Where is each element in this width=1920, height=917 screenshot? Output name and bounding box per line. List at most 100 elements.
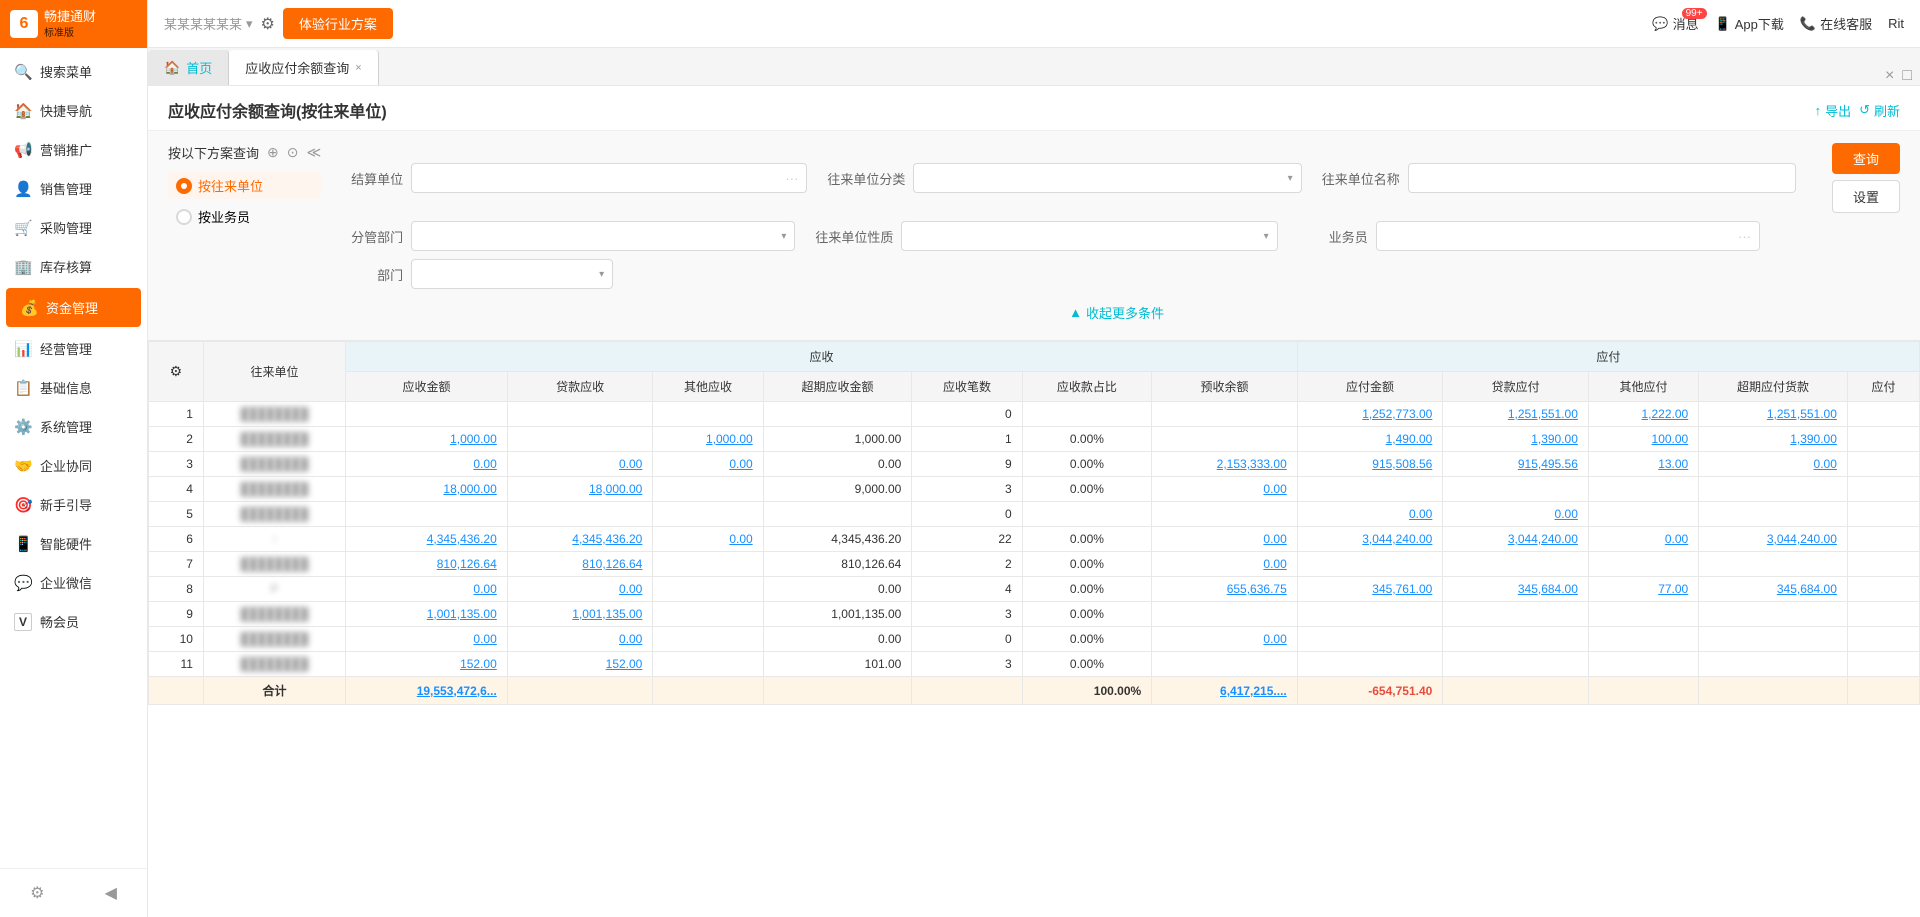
col-ar-prepay: 预收余额: [1152, 372, 1298, 402]
unit-cell: ████████: [203, 652, 345, 677]
total-label: 合计: [203, 677, 345, 705]
total-ar-amount[interactable]: 19,553,472,6...: [346, 677, 508, 705]
sidebar-item-corp[interactable]: 🤝 企业协同: [0, 446, 147, 485]
col-ar-other: 其他应收: [653, 372, 763, 402]
tab-home[interactable]: 🏠 首页: [148, 50, 229, 85]
sidebar-item-quick[interactable]: 🏠 快捷导航: [0, 91, 147, 130]
sidebar-settings-btn[interactable]: ⚙: [24, 877, 50, 909]
dropdown-arrow-icon: ▾: [1288, 173, 1293, 184]
filter-scheme: 按以下方案查询 ⊕ ⊙ ≪ 按往来单位: [168, 143, 321, 230]
data-table: ⚙ 往来单位 应收 应付 应收金额 贷款应收 其他应收 超期应收金额 应收笔数 …: [148, 341, 1920, 705]
dots-icon: ···: [785, 171, 798, 186]
sidebar-item-marketing[interactable]: 📢 营销推广: [0, 130, 147, 169]
collapse-filter-btn[interactable]: ≪: [306, 144, 321, 161]
unit-name-input[interactable]: [1408, 163, 1796, 193]
table-row: 1████████01,252,773.001,251,551.001,222.…: [149, 402, 1920, 427]
filter-option-unit[interactable]: 按往来单位: [168, 172, 321, 199]
unit-cell: ████████: [203, 552, 345, 577]
unit-nature-input[interactable]: ▾: [901, 221, 1277, 251]
window-maximize-btn[interactable]: □: [1902, 67, 1912, 85]
total-ar-prepay[interactable]: 6,417,215....: [1152, 677, 1298, 705]
sidebar-collapse-btn[interactable]: ◀: [99, 877, 123, 909]
col-ar-amount: 应收金额: [346, 372, 508, 402]
sidebar-item-operation[interactable]: 📊 经营管理: [0, 329, 147, 368]
table-row: 3████████0.000.000.000.0090.00%2,153,333…: [149, 452, 1920, 477]
chevron-down-icon[interactable]: ▾: [246, 16, 253, 32]
member-icon: V: [14, 613, 32, 631]
staff-input[interactable]: ···: [1376, 221, 1760, 251]
sidebar-item-basic[interactable]: 📋 基础信息: [0, 368, 147, 407]
total-row: 合计 19,553,472,6... 100.00% 6,417,215....…: [149, 677, 1920, 705]
settlement-unit-input[interactable]: ···: [411, 163, 807, 193]
logo-text: 畅捷通财 标准版: [44, 9, 96, 40]
dropdown-arrow-icon: ▾: [781, 231, 786, 242]
dropdown-arrow-icon: ▾: [599, 269, 604, 280]
col-ap-amount: 应付金额: [1297, 372, 1443, 402]
unit-cell: ████████: [203, 477, 345, 502]
sidebar-item-system[interactable]: ⚙️ 系统管理: [0, 407, 147, 446]
marketing-icon: 📢: [14, 141, 32, 159]
inventory-icon: 🏢: [14, 258, 32, 276]
dropdown-arrow-icon: ▾: [1264, 231, 1269, 242]
unit-cell: ↑: [203, 527, 345, 552]
window-close-btn[interactable]: ×: [1885, 67, 1894, 85]
col-ap-overdue: 超期应付货款: [1699, 372, 1848, 402]
app-icon: 📱: [1715, 16, 1731, 32]
col-ap-loan: 贷款应付: [1443, 372, 1589, 402]
filter-options: 按往来单位 按业务员: [168, 172, 321, 230]
sidebar-item-purchase[interactable]: 🛒 采购管理: [0, 208, 147, 247]
refresh-btn[interactable]: ↺ 刷新: [1859, 101, 1900, 120]
unit-cell: ████████: [203, 452, 345, 477]
industry-solution-btn[interactable]: 体验行业方案: [283, 8, 393, 39]
collapse-more-btn[interactable]: ▲ 收起更多条件: [333, 297, 1900, 328]
unit-cell: ████████: [203, 502, 345, 527]
add-filter-btn[interactable]: ⊕: [267, 144, 279, 161]
table-row: 6↑4,345,436.204,345,436.200.004,345,436.…: [149, 527, 1920, 552]
field-unit-category: 往来单位分类 ▾: [827, 163, 1301, 193]
sidebar-menu: 🔍 搜索菜单 🏠 快捷导航 📢 营销推广 👤 销售管理 🛒 采购管理 🏢 库存核…: [0, 48, 147, 868]
online-service-btn[interactable]: 📞 在线客服: [1800, 14, 1872, 33]
total-ar-ratio: 100.00%: [1022, 677, 1152, 705]
sidebar-item-sales[interactable]: 👤 销售管理: [0, 169, 147, 208]
col-unit: 往来单位: [203, 342, 345, 402]
tab-close-icon[interactable]: ×: [355, 62, 361, 74]
service-icon: 📞: [1800, 16, 1816, 32]
export-btn[interactable]: ↑ 导出: [1815, 101, 1852, 120]
department-input[interactable]: ▾: [411, 259, 613, 289]
sidebar-item-smart[interactable]: 📱 智能硬件: [0, 524, 147, 563]
app-download-btn[interactable]: 📱 App下载: [1715, 14, 1784, 33]
filter-option-staff[interactable]: 按业务员: [168, 203, 321, 230]
col-ap-extra: 应付: [1847, 372, 1919, 402]
user-info[interactable]: Rit: [1888, 16, 1904, 31]
table-gear-icon[interactable]: ⚙: [170, 363, 183, 379]
sidebar: 6 畅捷通财 标准版 🔍 搜索菜单 🏠 快捷导航 📢 营销推广 👤 销售管理 🛒…: [0, 0, 148, 917]
action-buttons: 查询 设置: [1832, 143, 1900, 213]
sidebar-item-search[interactable]: 🔍 搜索菜单: [0, 52, 147, 91]
logo-icon: 6: [10, 10, 38, 38]
query-button[interactable]: 查询: [1832, 143, 1900, 174]
topbar-right: 💬 消息 99+ 📱 App下载 📞 在线客服 Rit: [1652, 14, 1904, 33]
purchase-icon: 🛒: [14, 219, 32, 237]
dots-icon: ···: [1738, 229, 1751, 244]
filter-row-2: 分管部门 ▾ 往来单位性质 ▾ 业务员: [333, 221, 1900, 251]
topbar-gear-icon[interactable]: ⚙: [261, 14, 275, 34]
col-ar-count: 应收笔数: [912, 372, 1022, 402]
page-header: 应收应付余额查询(按往来单位) ↑ 导出 ↺ 刷新: [148, 86, 1920, 131]
sidebar-item-guide[interactable]: 🎯 新手引导: [0, 485, 147, 524]
tab-query[interactable]: 应收应付余额查询 ×: [229, 50, 378, 85]
message-btn[interactable]: 💬 消息 99+: [1652, 14, 1698, 33]
field-dept: 分管部门 ▾: [333, 221, 795, 251]
sidebar-item-inventory[interactable]: 🏢 库存核算: [0, 247, 147, 286]
dept-input[interactable]: ▾: [411, 221, 795, 251]
edit-filter-btn[interactable]: ⊙: [287, 144, 299, 161]
col-group-ar: 应收: [346, 342, 1298, 372]
sidebar-item-finance[interactable]: 💰 资金管理: [6, 288, 141, 327]
col-group-ap: 应付: [1297, 342, 1919, 372]
unit-category-input[interactable]: ▾: [913, 163, 1301, 193]
sidebar-item-member[interactable]: V 畅会员: [0, 602, 147, 641]
home-tab-icon: 🏠: [164, 60, 180, 76]
sidebar-item-wechat[interactable]: 💬 企业微信: [0, 563, 147, 602]
setting-button[interactable]: 设置: [1832, 180, 1900, 213]
corp-icon: 🤝: [14, 457, 32, 475]
unit-cell: P: [203, 577, 345, 602]
